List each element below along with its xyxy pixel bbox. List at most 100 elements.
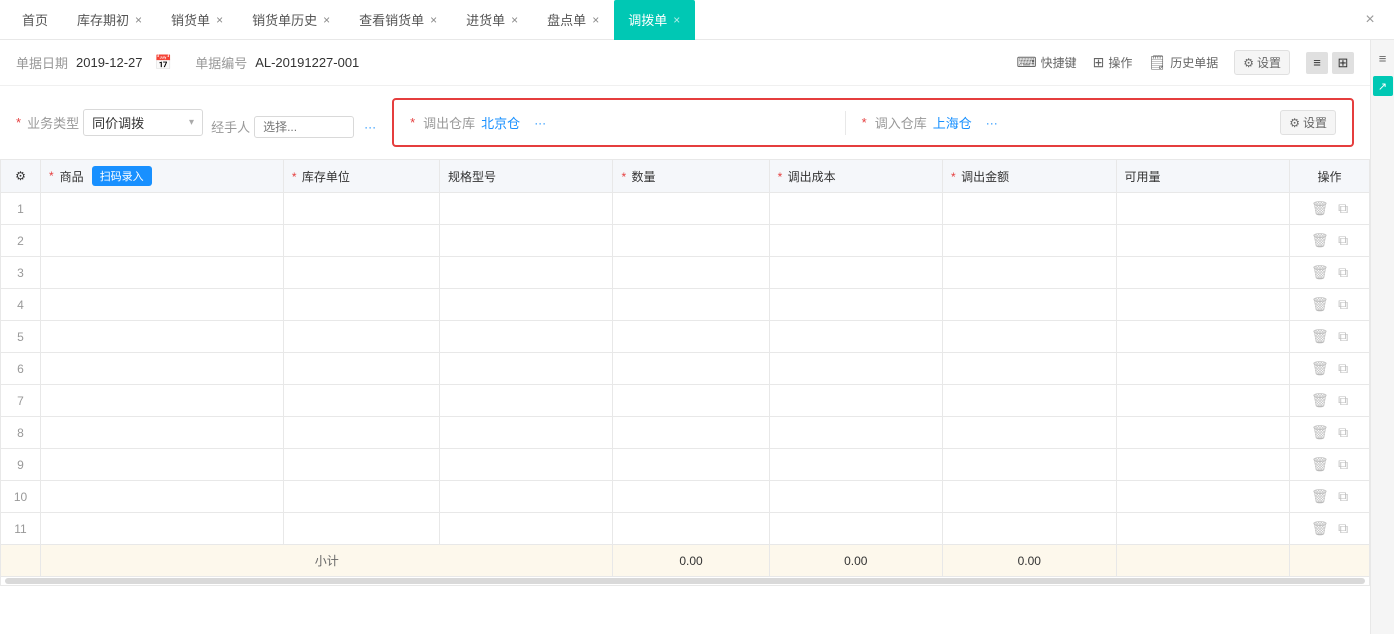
cell-unit-2[interactable] (283, 225, 439, 257)
cell-product-10[interactable] (41, 481, 284, 513)
settings-btn[interactable]: ⚙ 设置 (1234, 50, 1290, 75)
cell-product-9[interactable] (41, 449, 284, 481)
copy-btn-1[interactable]: ⧉ (1338, 200, 1348, 216)
cell-qty-11[interactable] (613, 513, 769, 545)
copy-btn-8[interactable]: ⧉ (1338, 424, 1348, 440)
in-warehouse-more-icon[interactable]: ··· (986, 116, 998, 130)
cell-cost-3[interactable] (769, 257, 942, 289)
cell-product-6[interactable] (41, 353, 284, 385)
cell-amount-10[interactable] (943, 481, 1116, 513)
tab-inventory-init[interactable]: 库存期初 × (63, 0, 157, 40)
delete-btn-11[interactable]: 🗑 (1311, 520, 1329, 536)
tab-sales-order[interactable]: 销货单 × (157, 0, 238, 40)
cell-spec-4[interactable] (439, 289, 612, 321)
cell-amount-11[interactable] (943, 513, 1116, 545)
cell-qty-4[interactable] (613, 289, 769, 321)
cell-amount-6[interactable] (943, 353, 1116, 385)
cell-unit-11[interactable] (283, 513, 439, 545)
cell-amount-7[interactable] (943, 385, 1116, 417)
cell-product-11[interactable] (41, 513, 284, 545)
cell-spec-1[interactable] (439, 193, 612, 225)
copy-btn-2[interactable]: ⧉ (1338, 232, 1348, 248)
tab-sales-history[interactable]: 销货单历史 × (238, 0, 345, 40)
tab-close-inventory[interactable]: × (592, 13, 599, 27)
history-btn[interactable]: 🗒 历史单据 (1148, 54, 1218, 71)
person-input[interactable] (254, 116, 354, 138)
cell-available-6[interactable] (1116, 353, 1289, 385)
cell-product-4[interactable] (41, 289, 284, 321)
cell-spec-7[interactable] (439, 385, 612, 417)
cell-amount-4[interactable] (943, 289, 1116, 321)
copy-btn-10[interactable]: ⧉ (1338, 488, 1348, 504)
copy-btn-5[interactable]: ⧉ (1338, 328, 1348, 344)
cell-cost-6[interactable] (769, 353, 942, 385)
delete-btn-1[interactable]: 🗑 (1311, 200, 1329, 216)
calendar-icon[interactable]: 📅 (155, 54, 172, 71)
cell-available-5[interactable] (1116, 321, 1289, 353)
cell-unit-9[interactable] (283, 449, 439, 481)
copy-btn-3[interactable]: ⧉ (1338, 264, 1348, 280)
view-toggle-grid[interactable]: ⊞ (1332, 52, 1354, 74)
cell-unit-8[interactable] (283, 417, 439, 449)
cell-qty-7[interactable] (613, 385, 769, 417)
business-type-select[interactable]: 同价调拨 ▾ (83, 109, 203, 136)
cell-cost-9[interactable] (769, 449, 942, 481)
copy-btn-11[interactable]: ⧉ (1338, 520, 1348, 536)
cell-available-8[interactable] (1116, 417, 1289, 449)
copy-btn-9[interactable]: ⧉ (1338, 456, 1348, 472)
cell-unit-3[interactable] (283, 257, 439, 289)
cell-product-2[interactable] (41, 225, 284, 257)
delete-btn-6[interactable]: 🗑 (1311, 360, 1329, 376)
tab-transfer[interactable]: 调拨单 × (614, 0, 695, 40)
cell-product-7[interactable] (41, 385, 284, 417)
cell-spec-8[interactable] (439, 417, 612, 449)
cell-available-11[interactable] (1116, 513, 1289, 545)
horizontal-scrollbar[interactable] (5, 578, 1365, 584)
tab-close-inventory-init[interactable]: × (135, 13, 142, 27)
cell-product-5[interactable] (41, 321, 284, 353)
cell-spec-2[interactable] (439, 225, 612, 257)
tab-close-view-sales[interactable]: × (430, 13, 437, 27)
copy-btn-7[interactable]: ⧉ (1338, 392, 1348, 408)
copy-btn-4[interactable]: ⧉ (1338, 296, 1348, 312)
cell-spec-5[interactable] (439, 321, 612, 353)
delete-btn-3[interactable]: 🗑 (1311, 264, 1329, 280)
cell-qty-2[interactable] (613, 225, 769, 257)
cell-unit-7[interactable] (283, 385, 439, 417)
shortcuts-btn[interactable]: ⌨ 快捷键 (1016, 54, 1076, 71)
cell-qty-8[interactable] (613, 417, 769, 449)
cell-cost-7[interactable] (769, 385, 942, 417)
delete-btn-5[interactable]: 🗑 (1311, 328, 1329, 344)
cell-available-3[interactable] (1116, 257, 1289, 289)
cell-amount-1[interactable] (943, 193, 1116, 225)
view-toggle-list[interactable]: ≡ (1306, 52, 1328, 74)
cell-amount-2[interactable] (943, 225, 1116, 257)
delete-btn-4[interactable]: 🗑 (1311, 296, 1329, 312)
out-warehouse-more-icon[interactable]: ··· (534, 116, 546, 130)
tab-purchase[interactable]: 进货单 × (452, 0, 533, 40)
delete-btn-8[interactable]: 🗑 (1311, 424, 1329, 440)
cell-qty-1[interactable] (613, 193, 769, 225)
tab-close-sales-history[interactable]: × (323, 13, 330, 27)
tab-view-sales[interactable]: 查看销货单 × (345, 0, 452, 40)
cell-unit-4[interactable] (283, 289, 439, 321)
cell-spec-3[interactable] (439, 257, 612, 289)
tab-close-sales-order[interactable]: × (216, 13, 223, 27)
person-more-icon[interactable]: ··· (364, 120, 376, 134)
copy-btn-6[interactable]: ⧉ (1338, 360, 1348, 376)
operations-btn[interactable]: ⊞ 操作 (1093, 54, 1133, 71)
delete-btn-7[interactable]: 🗑 (1311, 392, 1329, 408)
cell-product-1[interactable] (41, 193, 284, 225)
delete-btn-2[interactable]: 🗑 (1311, 232, 1329, 248)
cell-unit-1[interactable] (283, 193, 439, 225)
sidebar-export-icon[interactable]: ↗ (1373, 76, 1393, 96)
cell-cost-2[interactable] (769, 225, 942, 257)
delete-btn-10[interactable]: 🗑 (1311, 488, 1329, 504)
warehouse-settings-btn[interactable]: ⚙ 设置 (1280, 110, 1336, 135)
tab-close-transfer[interactable]: × (673, 13, 680, 27)
cell-spec-6[interactable] (439, 353, 612, 385)
cell-unit-10[interactable] (283, 481, 439, 513)
cell-qty-6[interactable] (613, 353, 769, 385)
sidebar-list-icon[interactable]: ≡ (1373, 48, 1393, 68)
tab-home[interactable]: 首页 (8, 0, 63, 40)
